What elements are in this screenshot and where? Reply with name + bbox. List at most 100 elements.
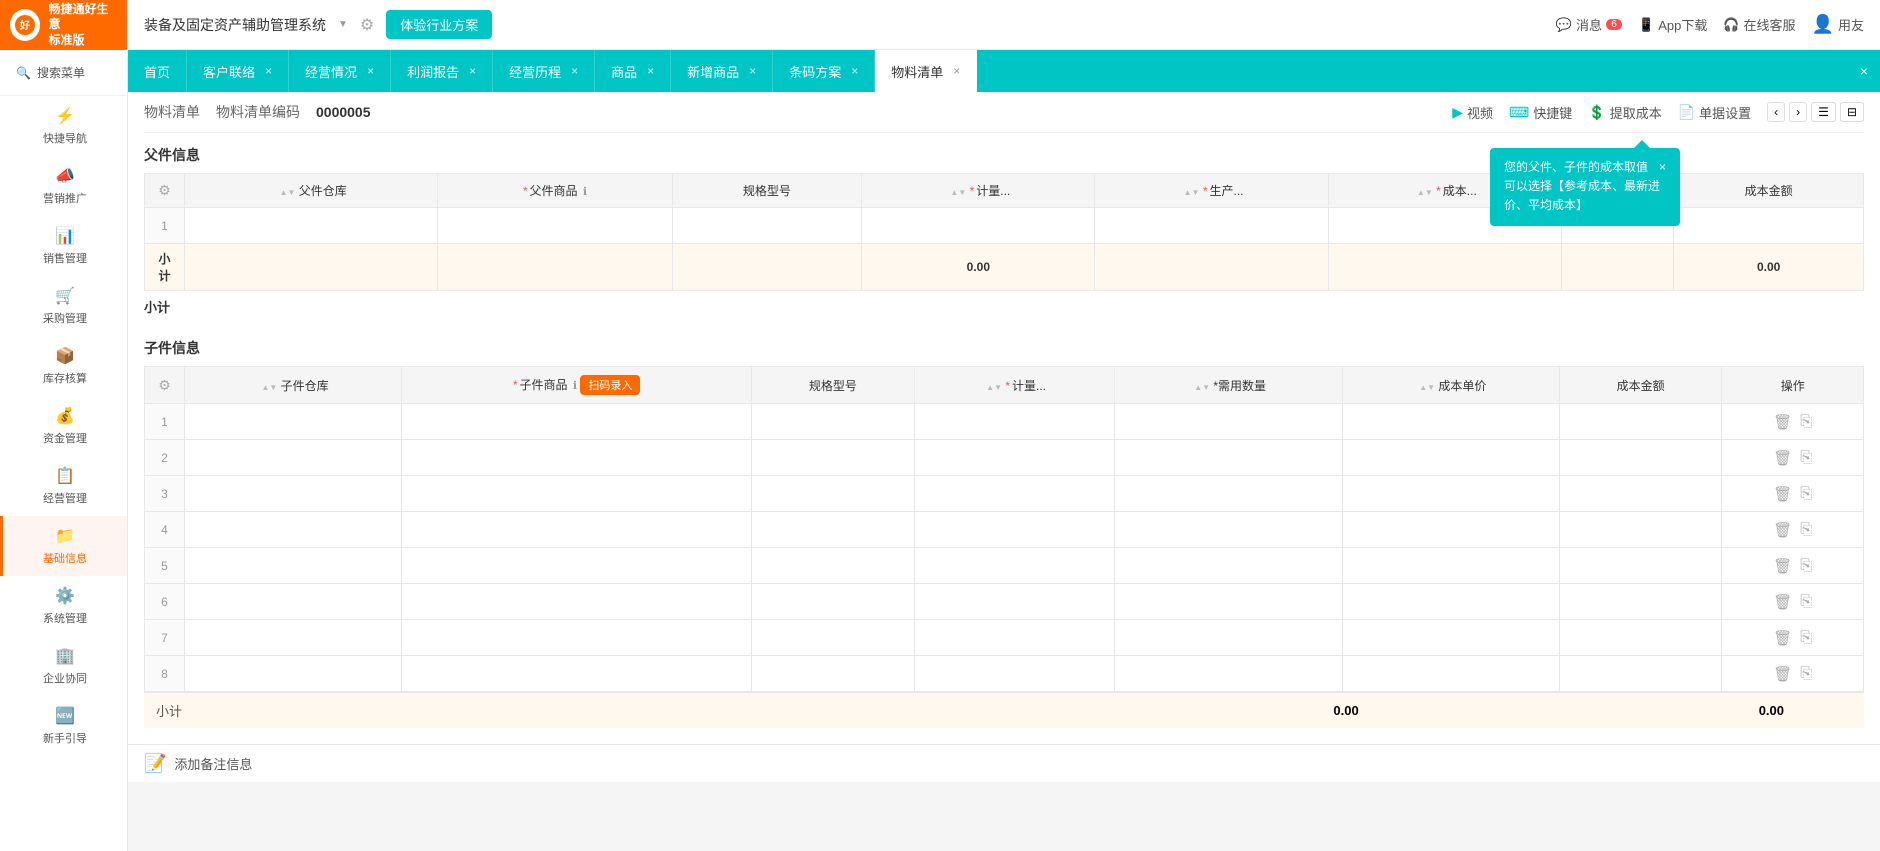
- copy-icon-4[interactable]: ⎘: [1800, 521, 1812, 538]
- child-cell-product-2[interactable]: [402, 440, 752, 476]
- try-button[interactable]: 体验行业方案: [386, 10, 492, 39]
- sidebar-item-enterprise[interactable]: 🏢 企业协同: [0, 636, 127, 696]
- tab-close-1[interactable]: ×: [265, 64, 272, 78]
- list-view-button[interactable]: ☰: [1811, 102, 1836, 122]
- system-dropdown-arrow[interactable]: ▼: [338, 19, 348, 30]
- copy-icon-5[interactable]: ⎘: [1800, 557, 1812, 574]
- child-cell-product-6[interactable]: [402, 584, 752, 620]
- child-cell-warehouse-6[interactable]: [185, 584, 402, 620]
- parent-cell-spec[interactable]: [672, 208, 862, 244]
- tooltip-close-button[interactable]: ×: [1659, 158, 1666, 177]
- nav-tab-1[interactable]: 客户联络×: [187, 50, 289, 92]
- child-cell-product-5[interactable]: [402, 548, 752, 584]
- child-cell-product-3[interactable]: [402, 476, 752, 512]
- online-service-item[interactable]: 🎧 在线客服: [1723, 15, 1795, 34]
- child-cell-warehouse-4[interactable]: [185, 512, 402, 548]
- child-cell-spec-2[interactable]: [752, 440, 915, 476]
- scan-button[interactable]: 扫码录入: [580, 375, 640, 395]
- sidebar-item-purchase[interactable]: 🛒 采购管理: [0, 276, 127, 336]
- copy-icon-7[interactable]: ⎘: [1800, 629, 1812, 646]
- app-download-item[interactable]: 📱 App下载: [1638, 15, 1707, 34]
- nav-tab-2[interactable]: 经营情况×: [289, 50, 391, 92]
- child-cell-price-1[interactable]: [1342, 404, 1559, 440]
- copy-icon-3[interactable]: ⎘: [1800, 485, 1812, 502]
- nav-tab-7[interactable]: 条码方案×: [773, 50, 875, 92]
- sidebar-search-area[interactable]: 🔍 搜索菜单: [0, 50, 127, 96]
- child-cell-unit-7[interactable]: [914, 620, 1114, 656]
- tab-close-8[interactable]: ×: [953, 64, 960, 78]
- child-cell-price-5[interactable]: [1342, 548, 1559, 584]
- child-cell-price-4[interactable]: [1342, 512, 1559, 548]
- copy-icon-2[interactable]: ⎘: [1800, 449, 1812, 466]
- delete-icon-1[interactable]: 🗑: [1773, 413, 1792, 431]
- child-cell-warehouse-8[interactable]: [185, 656, 402, 692]
- child-cell-product-1[interactable]: [402, 404, 752, 440]
- sidebar-item-marketing[interactable]: 📣 营销推广: [0, 156, 127, 216]
- child-cell-spec-3[interactable]: [752, 476, 915, 512]
- add-note-label[interactable]: 添加备注信息: [174, 754, 252, 773]
- child-cell-price-3[interactable]: [1342, 476, 1559, 512]
- nav-tab-8[interactable]: 物料清单×: [875, 50, 977, 92]
- child-cell-unit-1[interactable]: [914, 404, 1114, 440]
- delete-icon-4[interactable]: 🗑: [1773, 521, 1792, 539]
- child-col-gear[interactable]: ⚙: [145, 367, 185, 404]
- delete-icon-3[interactable]: 🗑: [1773, 485, 1792, 503]
- copy-icon-1[interactable]: ⎘: [1800, 413, 1812, 430]
- child-cell-spec-7[interactable]: [752, 620, 915, 656]
- sidebar-item-inventory[interactable]: 📦 库存核算: [0, 336, 127, 396]
- child-cell-unit-4[interactable]: [914, 512, 1114, 548]
- gear-icon[interactable]: ⚙: [360, 15, 374, 35]
- parent-cell-produce[interactable]: [1095, 208, 1328, 244]
- tab-close-5[interactable]: ×: [647, 64, 654, 78]
- nav-right-close[interactable]: ×: [1848, 63, 1880, 79]
- child-cell-qty-6[interactable]: [1114, 584, 1342, 620]
- child-cell-qty-4[interactable]: [1114, 512, 1342, 548]
- nav-tab-3[interactable]: 利润报告×: [391, 50, 493, 92]
- child-cell-warehouse-5[interactable]: [185, 548, 402, 584]
- child-cell-qty-1[interactable]: [1114, 404, 1342, 440]
- user-item[interactable]: 👤 用友: [1812, 14, 1864, 35]
- sub-title[interactable]: 物料清单: [144, 102, 200, 122]
- child-cell-unit-5[interactable]: [914, 548, 1114, 584]
- tab-close-7[interactable]: ×: [851, 64, 858, 78]
- copy-icon-6[interactable]: ⎘: [1800, 593, 1812, 610]
- sidebar-item-sales[interactable]: 📊 销售管理: [0, 216, 127, 276]
- child-cell-spec-5[interactable]: [752, 548, 915, 584]
- parent-cell-warehouse[interactable]: [185, 208, 438, 244]
- tab-close-3[interactable]: ×: [469, 64, 476, 78]
- grid-view-button[interactable]: ⊟: [1840, 102, 1864, 122]
- delete-icon-5[interactable]: 🗑: [1773, 557, 1792, 575]
- child-cell-unit-6[interactable]: [914, 584, 1114, 620]
- delete-icon-7[interactable]: 🗑: [1773, 629, 1792, 647]
- child-cell-spec-4[interactable]: [752, 512, 915, 548]
- delete-icon-8[interactable]: 🗑: [1773, 665, 1792, 683]
- child-cell-warehouse-1[interactable]: [185, 404, 402, 440]
- child-cell-unit-2[interactable]: [914, 440, 1114, 476]
- child-cell-product-7[interactable]: [402, 620, 752, 656]
- child-cell-price-6[interactable]: [1342, 584, 1559, 620]
- nav-tab-6[interactable]: 新增商品×: [671, 50, 773, 92]
- nav-tab-4[interactable]: 经营历程×: [493, 50, 595, 92]
- nav-tab-0[interactable]: 首页: [128, 50, 187, 92]
- sidebar-item-finance[interactable]: 💰 资金管理: [0, 396, 127, 456]
- next-button[interactable]: ›: [1789, 102, 1807, 122]
- shortcut-action[interactable]: ⌨ 快捷键: [1509, 103, 1572, 122]
- child-cell-spec-6[interactable]: [752, 584, 915, 620]
- prev-button[interactable]: ‹: [1767, 102, 1785, 122]
- parent-cell-product[interactable]: [438, 208, 672, 244]
- nav-tab-5[interactable]: 商品×: [595, 50, 671, 92]
- child-cell-qty-8[interactable]: [1114, 656, 1342, 692]
- sidebar-item-basic[interactable]: 📁 基础信息: [0, 516, 127, 576]
- delete-icon-2[interactable]: 🗑: [1773, 449, 1792, 467]
- child-cell-warehouse-3[interactable]: [185, 476, 402, 512]
- child-cell-unit-3[interactable]: [914, 476, 1114, 512]
- parent-cell-unit[interactable]: [862, 208, 1095, 244]
- tab-close-2[interactable]: ×: [367, 64, 374, 78]
- child-cell-price-2[interactable]: [1342, 440, 1559, 476]
- tab-close-4[interactable]: ×: [571, 64, 578, 78]
- child-cell-product-8[interactable]: [402, 656, 752, 692]
- bill-settings-action[interactable]: 📄 单据设置: [1678, 103, 1751, 122]
- sidebar-item-operation[interactable]: 📋 经营管理: [0, 456, 127, 516]
- copy-icon-8[interactable]: ⎘: [1800, 665, 1812, 682]
- child-cell-product-4[interactable]: [402, 512, 752, 548]
